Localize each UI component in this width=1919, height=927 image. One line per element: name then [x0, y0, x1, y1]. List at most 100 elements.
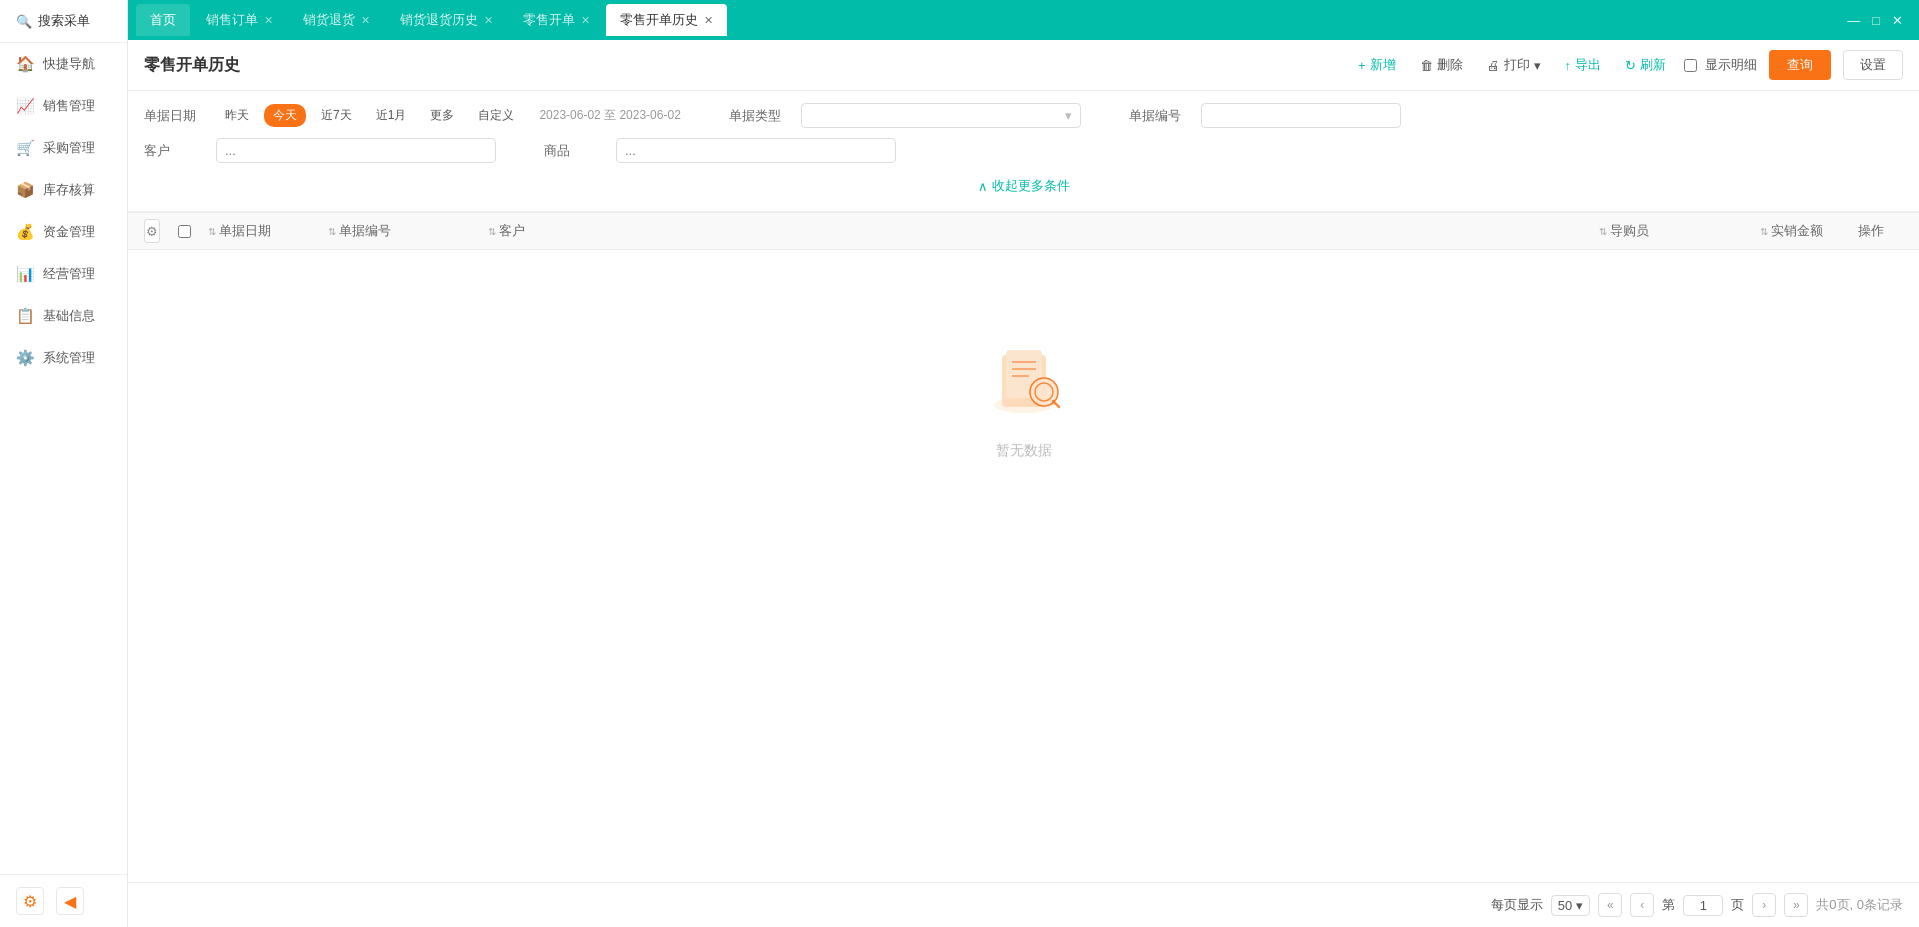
page-title: 零售开单历史 — [144, 55, 240, 76]
pagination-prev-btn[interactable]: ‹ — [1630, 893, 1654, 917]
sidebar-item-quick-nav[interactable]: 🏠 快捷导航 — [0, 43, 127, 85]
th-settings: ⚙ — [136, 219, 168, 243]
print-button[interactable]: 🖨 打印 ▾ — [1481, 52, 1547, 78]
current-page-input[interactable]: 1 — [1683, 895, 1723, 916]
date-options: 昨天 今天 近7天 近1月 更多 自定义 — [216, 104, 523, 127]
sidebar-item-sales-mgmt[interactable]: 📈销售管理 — [0, 85, 127, 127]
tab-retail-open[interactable]: 零售开单✕ — [509, 4, 604, 36]
tab-label-home: 首页 — [150, 11, 176, 29]
customer-filter-label: 客户 — [144, 142, 200, 160]
refresh-icon: ↻ — [1625, 58, 1636, 73]
customer-filter-input[interactable] — [216, 138, 496, 163]
last-page-icon: » — [1793, 898, 1800, 912]
page-suffix-label: 页 — [1731, 896, 1744, 914]
sidebar-label-inventory: 库存核算 — [43, 181, 95, 199]
table-header: ⚙ ⇅ 单据日期 ⇅ 单据编号 ⇅ 客户 ⇅ — [128, 212, 1919, 250]
goods-input-field[interactable] — [625, 143, 887, 158]
tab-close-sales-return-history[interactable]: ✕ — [484, 14, 493, 27]
table-settings-btn[interactable]: ⚙ — [144, 219, 160, 243]
number-input-field[interactable] — [1210, 108, 1392, 123]
tab-retail-open-history[interactable]: 零售开单历史 ✕ — [606, 4, 727, 36]
pagination-first-btn[interactable]: « — [1598, 893, 1622, 917]
delete-icon: 🗑 — [1420, 58, 1433, 73]
date-btn-today[interactable]: 今天 — [264, 104, 306, 127]
export-button[interactable]: ↑ 导出 — [1559, 52, 1608, 78]
print-icon: 🖨 — [1487, 58, 1500, 73]
maximize-btn[interactable]: □ — [1872, 13, 1880, 28]
tab-label-sales-return-history: 销货退货历史 — [400, 11, 478, 29]
per-page-select[interactable]: 50 ▾ — [1551, 895, 1590, 916]
number-filter-input[interactable] — [1201, 103, 1401, 128]
sidebar-icon-quick-nav: 🏠 — [16, 55, 35, 73]
query-button[interactable]: 查询 — [1769, 50, 1831, 80]
type-select-arrow-icon: ▾ — [1065, 108, 1072, 123]
tab-sales-return-history[interactable]: 销货退货历史 ✕ — [386, 4, 507, 36]
tab-home[interactable]: 首页 — [136, 4, 190, 36]
customer-input-field[interactable] — [225, 143, 487, 158]
tab-bar: 首页销售订单✕销货退货✕销货退货历史✕零售开单✕零售开单历史✕ — □ ✕ — [128, 0, 1919, 40]
goods-filter-label: 商品 — [544, 142, 600, 160]
sidebar-label-quick-nav: 快捷导航 — [43, 55, 95, 73]
minimize-btn[interactable]: — — [1847, 13, 1860, 28]
th-amount-sort-icon: ⇅ — [1760, 226, 1768, 237]
th-date: ⇅ 单据日期 — [200, 222, 320, 240]
delete-button[interactable]: 🗑 删除 — [1414, 52, 1469, 78]
date-btn-custom[interactable]: 自定义 — [469, 104, 523, 127]
filter-area: 单据日期 昨天 今天 近7天 近1月 更多 自定义 2023-06-02 至 2… — [128, 91, 1919, 212]
show-detail-toggle[interactable]: 显示明细 — [1684, 56, 1757, 74]
sidebar-menu: 🏠 快捷导航 📈销售管理🛒采购管理📦库存核算💰资金管理📊经营管理📋基础信息⚙️系统管… — [0, 43, 127, 874]
tab-sales-order[interactable]: 销售订单✕ — [192, 4, 287, 36]
first-page-icon: « — [1607, 898, 1614, 912]
add-button[interactable]: + 新增 — [1352, 52, 1402, 78]
sidebar-item-basic-info[interactable]: 📋基础信息 — [0, 295, 127, 337]
pagination-next-btn[interactable]: › — [1752, 893, 1776, 917]
sidebar-settings-btn[interactable]: ⚙ — [16, 887, 44, 915]
page-header: 零售开单历史 + 新增 🗑 删除 🖨 打印 ▾ ↑ 导出 — [128, 40, 1919, 91]
th-number-sort-icon: ⇅ — [328, 226, 336, 237]
th-date-sort-icon: ⇅ — [208, 226, 216, 237]
next-page-icon: › — [1762, 898, 1766, 912]
tab-close-retail-open-history[interactable]: ✕ — [704, 14, 713, 27]
sidebar-item-inventory[interactable]: 📦库存核算 — [0, 169, 127, 211]
sidebar-item-operations[interactable]: 📊经营管理 — [0, 253, 127, 295]
collapse-label: 收起更多条件 — [992, 177, 1070, 195]
goods-filter-input[interactable] — [616, 138, 896, 163]
date-btn-yesterday[interactable]: 昨天 — [216, 104, 258, 127]
sidebar-search[interactable]: 🔍 搜索采单 — [0, 0, 127, 43]
select-all-checkbox[interactable] — [178, 225, 191, 238]
th-salesman: ⇅ 导购员 — [1591, 222, 1711, 240]
type-filter-select[interactable]: ▾ — [801, 103, 1081, 128]
date-btn-more[interactable]: 更多 — [421, 104, 463, 127]
date-btn-1month[interactable]: 近1月 — [367, 104, 416, 127]
tab-close-retail-open[interactable]: ✕ — [581, 14, 590, 27]
tab-label-retail-open-history: 零售开单历史 — [620, 11, 698, 29]
sidebar-item-finance[interactable]: 💰资金管理 — [0, 211, 127, 253]
show-detail-checkbox[interactable] — [1684, 59, 1697, 72]
th-number: ⇅ 单据编号 — [320, 222, 480, 240]
th-amount: ⇅ 实销金额 — [1711, 222, 1831, 240]
per-page-arrow-icon: ▾ — [1576, 898, 1583, 913]
header-actions: + 新增 🗑 删除 🖨 打印 ▾ ↑ 导出 ↻ 刷新 — [1352, 50, 1903, 80]
refresh-button[interactable]: ↻ 刷新 — [1619, 52, 1672, 78]
tab-close-sales-order[interactable]: ✕ — [264, 14, 273, 27]
sidebar-icon-purchase-mgmt: 🛒 — [16, 139, 35, 157]
th-date-label: 单据日期 — [219, 222, 271, 240]
th-customer: ⇅ 客户 — [480, 222, 1591, 240]
tab-sales-return[interactable]: 销货退货✕ — [289, 4, 384, 36]
export-label: 导出 — [1575, 56, 1601, 74]
collapse-filter-btn[interactable]: ∧ 收起更多条件 — [144, 173, 1903, 199]
number-filter-label: 单据编号 — [1129, 107, 1185, 125]
pagination-last-btn[interactable]: » — [1784, 893, 1808, 917]
prev-page-icon: ‹ — [1640, 898, 1644, 912]
sidebar-item-system[interactable]: ⚙️系统管理 — [0, 337, 127, 379]
close-btn[interactable]: ✕ — [1892, 13, 1903, 28]
sidebar-item-purchase-mgmt[interactable]: 🛒采购管理 — [0, 127, 127, 169]
window-controls: — □ ✕ — [1847, 13, 1911, 28]
refresh-label: 刷新 — [1640, 56, 1666, 74]
sidebar-collapse-btn[interactable]: ◀ — [56, 887, 84, 915]
sidebar-label-operations: 经营管理 — [43, 265, 95, 283]
date-btn-7days[interactable]: 近7天 — [312, 104, 361, 127]
tab-close-sales-return[interactable]: ✕ — [361, 14, 370, 27]
setting-button[interactable]: 设置 — [1843, 50, 1903, 80]
empty-icon — [974, 330, 1074, 430]
